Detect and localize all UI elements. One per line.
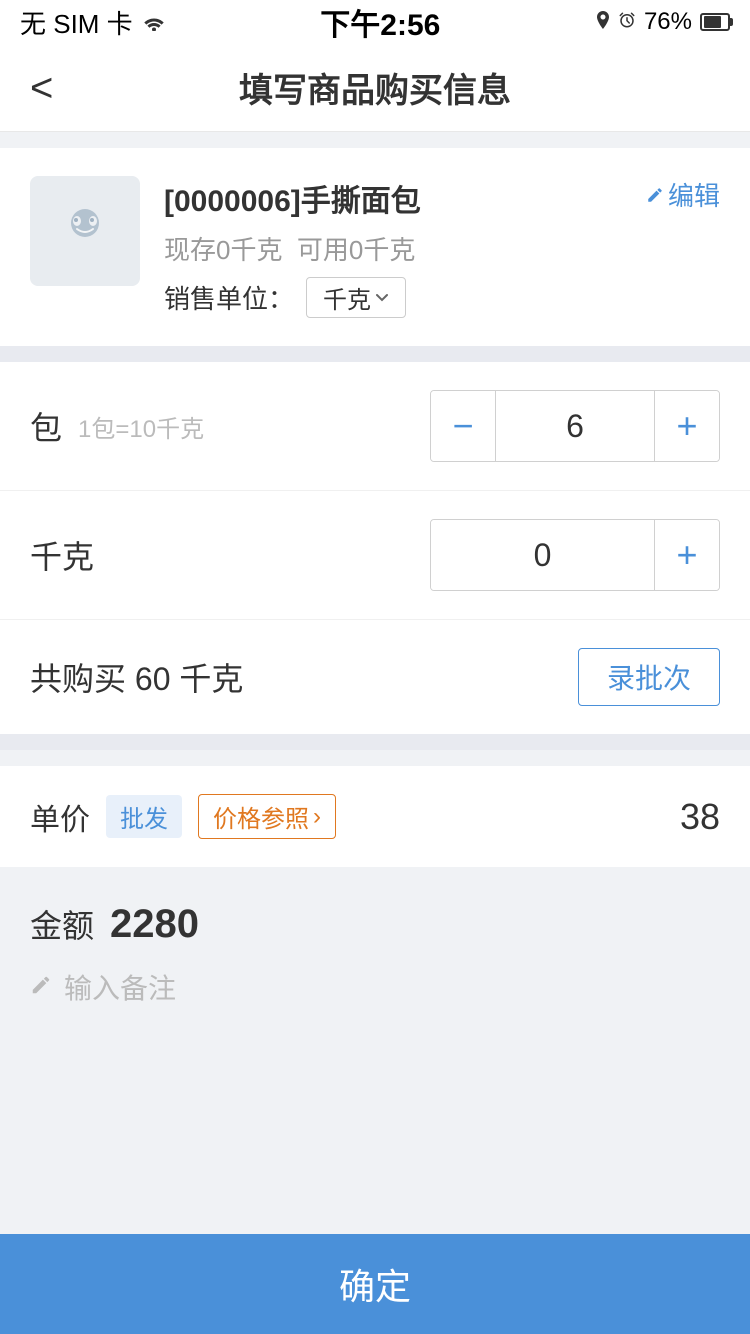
kg-input[interactable] bbox=[431, 520, 655, 590]
price-value: 38 bbox=[680, 796, 720, 838]
amount-row: 金额 2280 bbox=[30, 891, 720, 951]
amount-section: 金额 2280 输入备注 bbox=[0, 867, 750, 1031]
remark-row[interactable]: 输入备注 bbox=[30, 951, 720, 1031]
alarm-icon bbox=[618, 8, 636, 36]
divider-1 bbox=[0, 346, 750, 362]
bao-hint: 1包=10千克 bbox=[78, 409, 204, 444]
nav-bar: < 填写商品购买信息 bbox=[0, 44, 750, 132]
price-ref-button[interactable]: 价格参照 › bbox=[198, 794, 336, 839]
bao-plus-button[interactable]: + bbox=[655, 391, 719, 461]
pencil-icon bbox=[30, 971, 52, 1003]
price-type-tag: 批发 bbox=[106, 795, 182, 838]
bao-input[interactable] bbox=[495, 391, 655, 461]
product-thumbnail bbox=[30, 176, 140, 286]
divider-2 bbox=[0, 734, 750, 750]
bao-label: 包 1包=10千克 bbox=[30, 403, 430, 449]
battery-percent: 76% bbox=[644, 8, 692, 36]
summary-row: 共购买 60 千克 录批次 bbox=[0, 620, 750, 734]
unit-selector[interactable]: 千克 bbox=[306, 277, 406, 318]
confirm-button[interactable]: 确定 bbox=[0, 1234, 750, 1334]
price-section: 单价 批发 价格参照 › 38 bbox=[0, 766, 750, 867]
wifi-icon bbox=[143, 7, 165, 38]
kg-plus-button[interactable]: + bbox=[655, 520, 719, 590]
page-spacer bbox=[0, 1031, 750, 1234]
edit-button[interactable]: 编辑 bbox=[646, 176, 720, 213]
kg-row: 千克 + bbox=[0, 491, 750, 620]
product-section: [0000006]手撕面包 现存0千克 可用0千克 销售单位： 千克 编辑 bbox=[0, 148, 750, 346]
product-unit-row: 销售单位： 千克 bbox=[164, 277, 622, 318]
product-logo-icon bbox=[55, 201, 115, 261]
status-bar: 无 SIM 卡 下午2:56 76% bbox=[0, 0, 750, 44]
product-name: [0000006]手撕面包 bbox=[164, 176, 622, 220]
amount-label: 金额 bbox=[30, 901, 94, 947]
page-title: 填写商品购买信息 bbox=[239, 63, 511, 112]
price-ref-arrow: › bbox=[313, 803, 321, 831]
price-ref-label: 价格参照 bbox=[213, 799, 309, 834]
back-button[interactable]: < bbox=[30, 68, 53, 108]
carrier-text: 无 SIM 卡 bbox=[20, 4, 133, 41]
bao-controls: − + bbox=[430, 390, 720, 462]
bao-input-section: 包 1包=10千克 − + 千克 + bbox=[0, 362, 750, 620]
bao-minus-button[interactable]: − bbox=[431, 391, 495, 461]
product-info: [0000006]手撕面包 现存0千克 可用0千克 销售单位： 千克 bbox=[164, 176, 622, 318]
summary-text: 共购买 60 千克 bbox=[30, 654, 243, 700]
bao-row: 包 1包=10千克 − + bbox=[0, 362, 750, 491]
product-stock: 现存0千克 可用0千克 bbox=[164, 230, 622, 267]
kg-label: 千克 bbox=[30, 532, 430, 578]
kg-controls: + bbox=[430, 519, 720, 591]
location-icon bbox=[596, 8, 610, 36]
remark-placeholder: 输入备注 bbox=[64, 967, 176, 1007]
price-label: 单价 bbox=[30, 795, 90, 839]
amount-value: 2280 bbox=[110, 902, 199, 947]
status-left: 无 SIM 卡 bbox=[20, 4, 165, 41]
time-display: 下午2:56 bbox=[320, 0, 440, 44]
battery-icon bbox=[700, 13, 730, 31]
status-right: 76% bbox=[596, 8, 730, 36]
batch-button[interactable]: 录批次 bbox=[578, 648, 720, 706]
